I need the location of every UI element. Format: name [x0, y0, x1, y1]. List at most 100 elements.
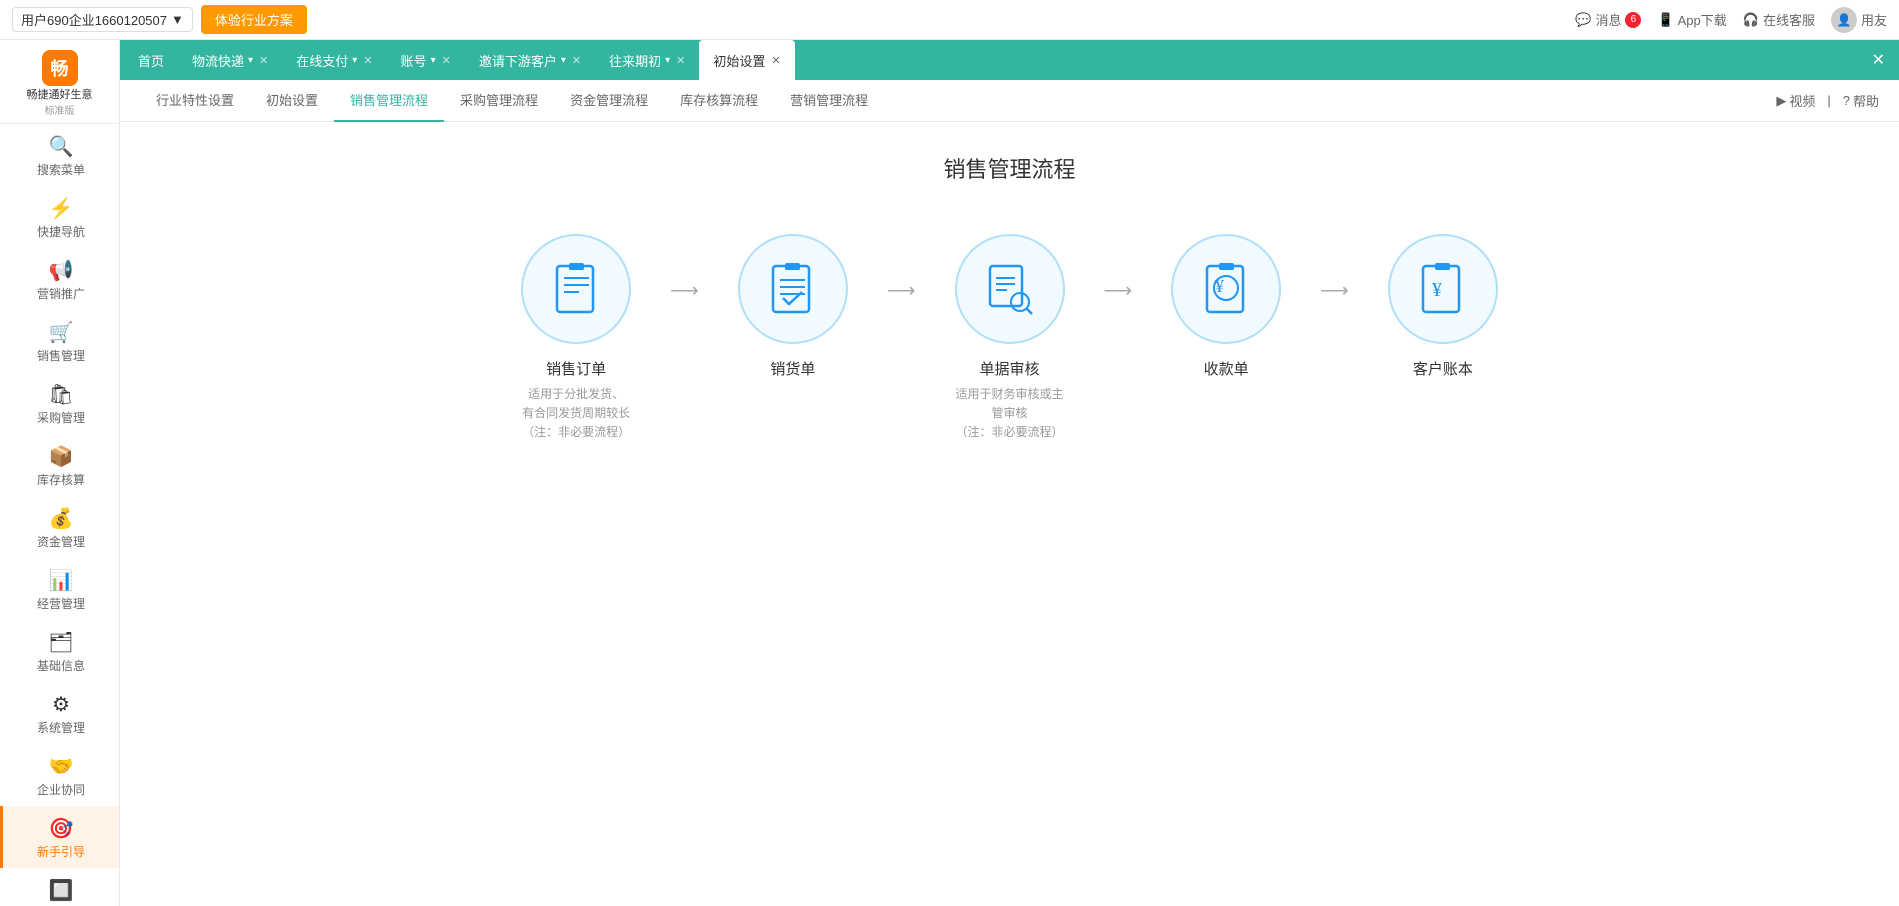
flow-desc-sales-order: 适用于分批发货、有合同发货周期较长（注：非必要流程） — [522, 385, 630, 443]
nav-tab-setup[interactable]: 初始设置 ✕ — [699, 40, 794, 80]
service-icon: 🎧 — [1743, 12, 1759, 28]
page-tab-marketing-flow[interactable]: 营销管理流程 — [774, 80, 884, 122]
close-icon[interactable]: ✕ — [572, 54, 581, 67]
flow-arrow-2: ⟶ — [883, 278, 920, 303]
flow-item-customer-ledger: ¥ 客户账本 — [1353, 234, 1533, 385]
help-icon: ? — [1843, 93, 1850, 108]
flow-circle-customer-ledger: ¥ — [1388, 234, 1498, 344]
user-name-label: 用友 — [1861, 10, 1887, 29]
close-icon[interactable]: ✕ — [771, 54, 780, 67]
divider: | — [1827, 93, 1830, 108]
avatar: 👤 — [1831, 7, 1857, 33]
page-tab-actions: ▶ 视频 | ? 帮助 — [1776, 91, 1879, 110]
message-label: 消息 — [1595, 10, 1621, 29]
video-button[interactable]: ▶ 视频 — [1776, 91, 1815, 110]
newguide-icon: 🎯 — [49, 816, 74, 841]
flow-circle-sales-order — [521, 234, 631, 344]
app-download-button[interactable]: 📱 App下载 — [1657, 10, 1726, 29]
page-content: 销售管理流程 销售订单 — [120, 122, 1899, 906]
nav-tab-home[interactable]: 首页 — [124, 40, 178, 80]
close-icon[interactable]: ✕ — [676, 54, 685, 67]
sidebar-label-collab: 企业协同 — [37, 781, 85, 798]
chevron-down-icon: ▾ — [561, 55, 566, 66]
receipt-svg-icon: ¥ — [1199, 262, 1254, 317]
page-tab-initial[interactable]: 初始设置 — [250, 80, 334, 122]
messages-button[interactable]: 💬 消息 6 — [1575, 10, 1641, 29]
flow-circle-receipt: ¥ — [1171, 234, 1281, 344]
dropdown-icon: ▼ — [171, 12, 184, 27]
sidebar-item-purchase[interactable]: 🛍 采购管理 — [0, 372, 119, 434]
close-icon[interactable]: ✕ — [442, 54, 451, 67]
page-tab-purchase-flow[interactable]: 采购管理流程 — [444, 80, 554, 122]
nav-tab-setup-label: 初始设置 — [713, 51, 765, 70]
inventory-icon: 📦 — [49, 444, 74, 469]
nav-tab-payment[interactable]: 在线支付 ▾ ✕ — [282, 40, 386, 80]
sidebar-label-marketing: 营销推广 — [37, 285, 85, 302]
user-selector[interactable]: 用户690企业1660120507 ▼ — [12, 7, 193, 32]
customer-service-button[interactable]: 🎧 在线客服 — [1743, 10, 1815, 29]
page-tabs: 行业特性设置 初始设置 销售管理流程 采购管理流程 资金管理流程 库存核算流程 … — [120, 80, 1899, 122]
sidebar-item-apps[interactable]: 🔲 应用中心 — [0, 868, 119, 906]
close-all-tabs-button[interactable]: ✕ — [1862, 50, 1895, 70]
download-icon: 📱 — [1657, 12, 1673, 28]
marketing-icon: 📢 — [49, 258, 74, 283]
page-tab-initial-label: 初始设置 — [266, 90, 318, 109]
page-tab-purchase-flow-label: 采购管理流程 — [460, 90, 538, 109]
sidebar-item-sales[interactable]: 🛒 销售管理 — [0, 310, 119, 372]
page-tab-inventory-flow[interactable]: 库存核算流程 — [664, 80, 774, 122]
flow-arrow-4: ⟶ — [1316, 278, 1353, 303]
page-tab-sales-flow[interactable]: 销售管理流程 — [334, 80, 444, 122]
flow-diagram: 销售订单 适用于分批发货、有合同发货周期较长（注：非必要流程） ⟶ — [160, 234, 1859, 443]
sidebar-label-purchase: 采购管理 — [37, 409, 85, 426]
flow-name-customer-ledger: 客户账本 — [1413, 358, 1473, 379]
sidebar-item-inventory[interactable]: 📦 库存核算 — [0, 434, 119, 496]
nav-tab-period[interactable]: 往来期初 ▾ ✕ — [595, 40, 699, 80]
sidebar-item-marketing[interactable]: 📢 营销推广 — [0, 248, 119, 310]
sidebar-item-search[interactable]: 🔍 搜索菜单 — [0, 124, 119, 186]
flow-name-sales-order: 销售订单 — [546, 358, 606, 379]
page-tab-inventory-flow-label: 库存核算流程 — [680, 90, 758, 109]
flow-name-sales-invoice: 销货单 — [770, 358, 815, 379]
flow-arrow-3: ⟶ — [1100, 278, 1137, 303]
flow-desc-review: 适用于财务审核或主管审核（注：非必要流程） — [955, 385, 1063, 443]
help-button[interactable]: ? 帮助 — [1843, 91, 1879, 110]
sidebar-item-newguide[interactable]: 🎯 新手引导 — [0, 806, 119, 868]
sidebar-item-operation[interactable]: 📊 经营管理 — [0, 558, 119, 620]
sidebar-item-finance[interactable]: 💰 资金管理 — [0, 496, 119, 558]
content-area: 首页 物流快递 ▾ ✕ 在线支付 ▾ ✕ 账号 ▾ ✕ 邀请下游客户 ▾ ✕ — [120, 40, 1899, 906]
page-tab-finance-flow[interactable]: 资金管理流程 — [554, 80, 664, 122]
sidebar-label-basic: 基础信息 — [37, 657, 85, 674]
help-label: 帮助 — [1853, 91, 1879, 110]
flow-circle-review — [955, 234, 1065, 344]
nav-tab-account-label: 账号 — [401, 51, 427, 70]
close-icon[interactable]: ✕ — [363, 54, 372, 67]
close-icon[interactable]: ✕ — [259, 54, 268, 67]
top-bar-right: 💬 消息 6 📱 App下载 🎧 在线客服 👤 用友 — [1575, 7, 1887, 33]
flow-item-review: 单据审核 适用于财务审核或主管审核（注：非必要流程） — [920, 234, 1100, 443]
system-icon: ⚙ — [52, 692, 70, 717]
sidebar-item-basic[interactable]: 🗂 基础信息 — [0, 620, 119, 682]
nav-tab-logistics-label: 物流快递 — [192, 51, 244, 70]
sidebar-item-quicknav[interactable]: ⚡ 快捷导航 — [0, 186, 119, 248]
trial-button[interactable]: 体验行业方案 — [201, 5, 307, 34]
customer-ledger-svg-icon: ¥ — [1415, 262, 1470, 317]
page-tab-industry[interactable]: 行业特性设置 — [140, 80, 250, 122]
sales-icon: 🛒 — [49, 320, 74, 345]
nav-tab-account[interactable]: 账号 ▾ ✕ — [387, 40, 465, 80]
nav-tabs-bar: 首页 物流快递 ▾ ✕ 在线支付 ▾ ✕ 账号 ▾ ✕ 邀请下游客户 ▾ ✕ — [120, 40, 1899, 80]
flow-item-sales-order: 销售订单 适用于分批发货、有合同发货周期较长（注：非必要流程） — [486, 234, 666, 443]
user-profile-button[interactable]: 👤 用友 — [1831, 7, 1887, 33]
message-icon: 💬 — [1575, 12, 1591, 28]
nav-tab-invite[interactable]: 邀请下游客户 ▾ ✕ — [465, 40, 595, 80]
flow-item-receipt: ¥ 收款单 — [1136, 234, 1316, 385]
sidebar-item-collab[interactable]: 🤝 企业协同 — [0, 744, 119, 806]
flow-item-sales-invoice: 销货单 — [703, 234, 883, 385]
top-bar: 用户690企业1660120507 ▼ 体验行业方案 💬 消息 6 📱 App下… — [0, 0, 1899, 40]
logo-text: 畅捷通好生意 — [27, 88, 93, 102]
page-title: 销售管理流程 — [160, 152, 1859, 184]
page-tab-marketing-flow-label: 营销管理流程 — [790, 90, 868, 109]
basic-icon: 🗂 — [48, 630, 73, 655]
nav-tab-invite-label: 邀请下游客户 — [479, 51, 557, 70]
sidebar-item-system[interactable]: ⚙ 系统管理 — [0, 682, 119, 744]
nav-tab-logistics[interactable]: 物流快递 ▾ ✕ — [178, 40, 282, 80]
